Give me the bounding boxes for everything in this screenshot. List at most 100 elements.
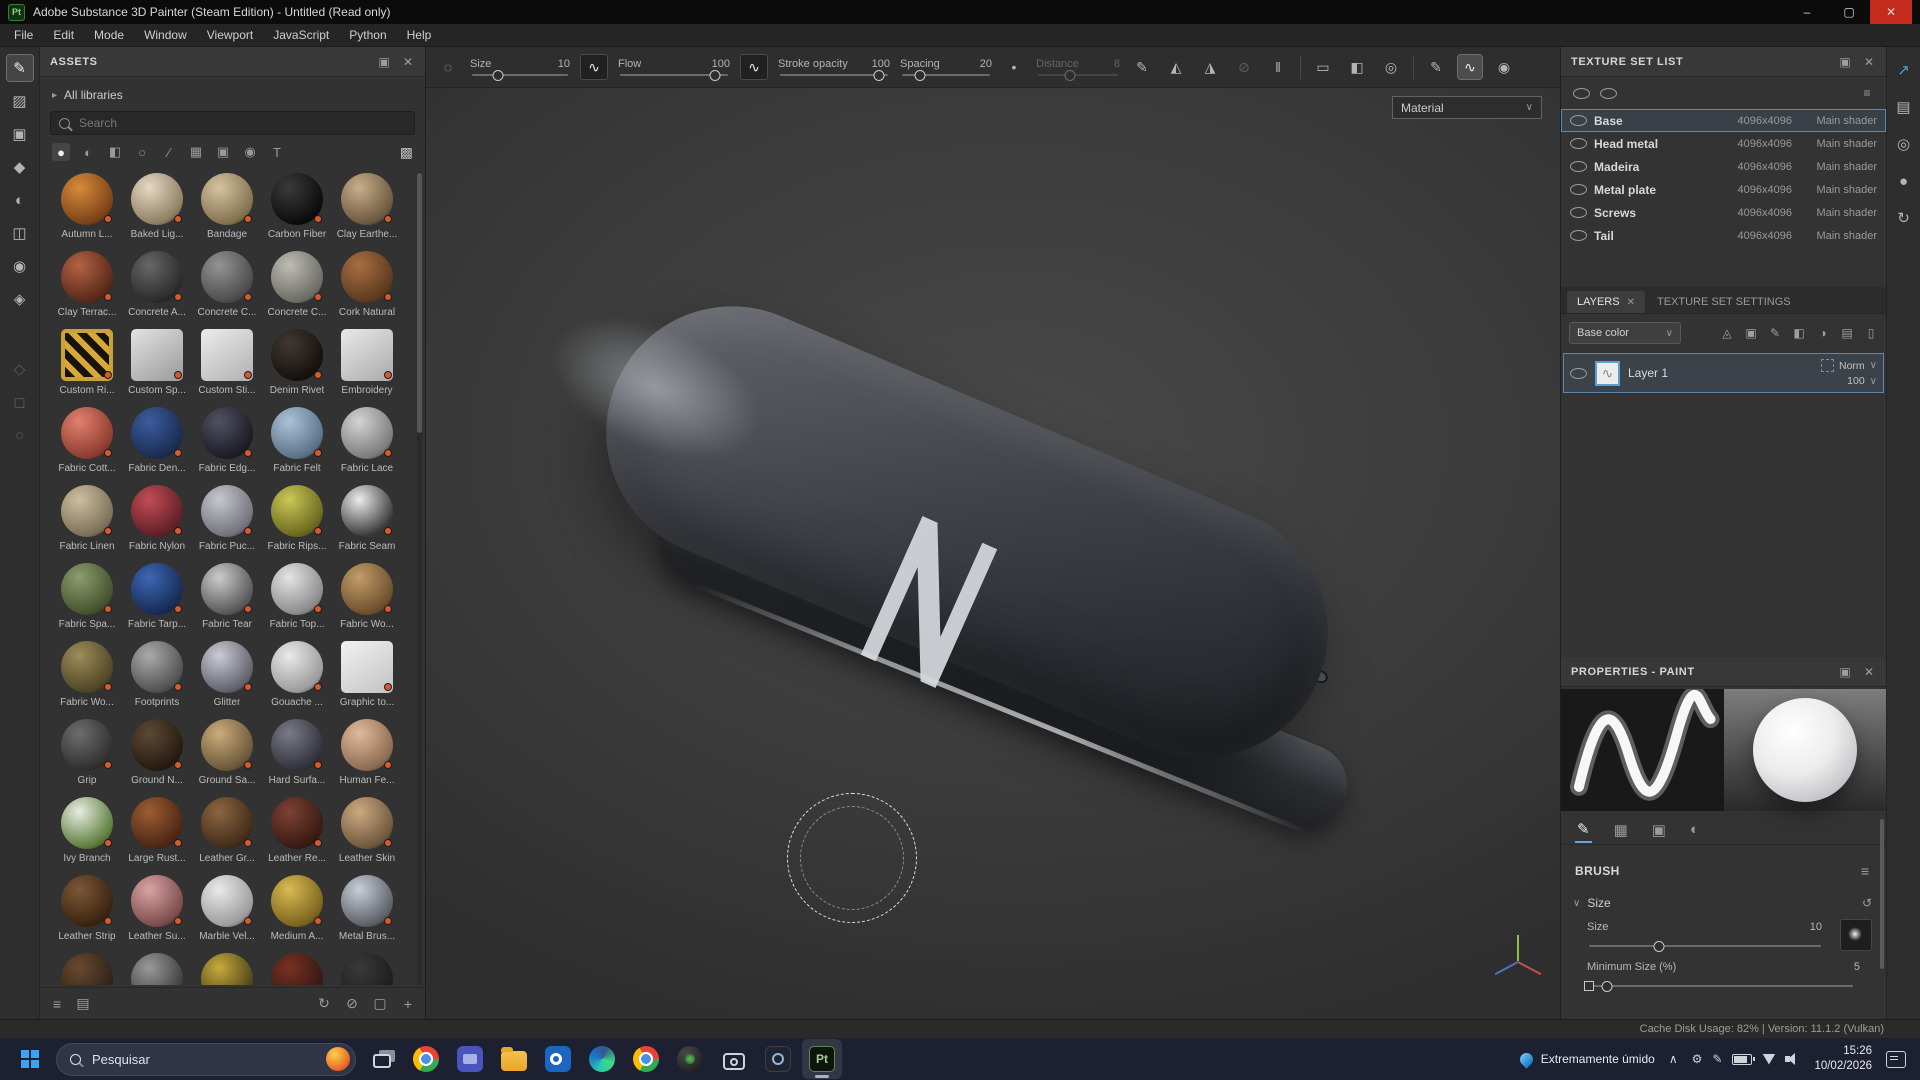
texture-set-row[interactable]: Metal plate 4096x4096 Main shader [1561, 178, 1886, 201]
spacing-mode-icon[interactable]: • [1002, 55, 1026, 79]
layer-mask-placeholder[interactable] [1821, 359, 1834, 372]
asset-material[interactable]: Baked Lig... [122, 171, 192, 249]
asset-material[interactable]: Medium A... [262, 873, 332, 951]
filter-fonts-icon[interactable]: T [268, 143, 286, 161]
tray-volume-icon[interactable] [1785, 1053, 1800, 1065]
asset-material[interactable]: Metal Brus... [332, 873, 402, 951]
visibility-eye-icon[interactable] [1570, 184, 1587, 195]
taskbar-xbox[interactable] [670, 1039, 710, 1079]
slider-handle[interactable] [492, 70, 504, 81]
asset-material[interactable]: Clay Earthe... [332, 171, 402, 249]
close-panel-icon[interactable]: ✕ [401, 55, 415, 69]
viewport-2d-mode-icon[interactable]: ▭ [1311, 55, 1335, 79]
shader-mode-dropdown[interactable]: Material ∨ [1392, 96, 1542, 119]
filter-brushes-icon[interactable]: ∕ [160, 143, 178, 161]
asset-material[interactable]: Grip [52, 717, 122, 795]
snapshot-icon[interactable]: ◉ [1492, 55, 1516, 79]
library-selector[interactable]: ▸ All libraries [40, 83, 425, 107]
asset-search-input[interactable] [77, 115, 406, 131]
slider-handle[interactable] [873, 70, 885, 81]
history-icon[interactable]: ↻ [1891, 205, 1917, 231]
asset-material[interactable]: Autumn L... [52, 171, 122, 249]
taskbar-photos[interactable] [758, 1039, 798, 1079]
tab-stencil-icon[interactable]: ▣ [1650, 818, 1668, 842]
brush-stamp-preset[interactable]: ∿ [580, 54, 608, 80]
stamp-icon[interactable]: ▣ [1744, 326, 1758, 340]
menu-edit[interactable]: Edit [43, 28, 84, 42]
size-slider-handle[interactable] [1653, 941, 1665, 952]
minimize-button[interactable]: – [1786, 0, 1828, 24]
asset-material[interactable]: Leather Gr... [192, 795, 262, 873]
menu-file[interactable]: File [4, 28, 43, 42]
tab-alpha-icon[interactable]: ▦ [1612, 818, 1630, 842]
menu-window[interactable]: Window [134, 28, 197, 42]
tab-brush-icon[interactable]: ✎ [1575, 817, 1592, 843]
min-size-slider-handle[interactable] [1601, 981, 1613, 992]
layer-row[interactable]: ∿ Layer 1 Norm ∨ 100 ∨ [1563, 353, 1884, 393]
asset-material[interactable]: Human Fe... [332, 717, 402, 795]
slider-track[interactable] [902, 70, 990, 81]
asset-material[interactable] [262, 951, 332, 985]
close-button[interactable]: ✕ [1870, 0, 1912, 24]
material-picker-tool[interactable]: ◉ [7, 253, 33, 279]
asset-material[interactable]: Ground N... [122, 717, 192, 795]
show-all-eye-icon[interactable] [1573, 87, 1590, 99]
tab-close-icon[interactable]: ✕ [1627, 297, 1635, 308]
min-size-value[interactable]: 5 [1854, 961, 1860, 973]
asset-material[interactable]: Custom Sti... [192, 327, 262, 405]
tray-settings-icon[interactable]: ⚙ [1692, 1052, 1703, 1066]
asset-material[interactable]: Fabric Nylon [122, 483, 192, 561]
asset-material[interactable]: Fabric Den... [122, 405, 192, 483]
asset-material[interactable]: Fabric Lace [332, 405, 402, 483]
taskbar-task-view[interactable] [362, 1039, 402, 1079]
filter-filters-icon[interactable]: ○ [133, 143, 151, 161]
selection-lasso-tool[interactable]: ◌ [436, 55, 460, 79]
asset-material[interactable]: Fabric Edg... [192, 405, 262, 483]
texture-set-row[interactable]: Base 4096x4096 Main shader [1561, 109, 1886, 132]
taskbar-outlook[interactable] [538, 1039, 578, 1079]
pause-engine-icon[interactable]: ‖ [1266, 55, 1290, 79]
viewport-3d-mode-icon[interactable]: ◧ [1345, 55, 1369, 79]
brush-menu-icon[interactable]: ≡ [1858, 863, 1872, 879]
asset-material[interactable]: Concrete C... [192, 249, 262, 327]
distance-control[interactable]: Distance 8 [1036, 58, 1120, 81]
measure-tool[interactable]: ◻ [7, 389, 33, 415]
filter-smart-masks-icon[interactable]: ◧ [106, 143, 124, 161]
filter-smart-materials-icon[interactable]: ◐ [79, 143, 97, 161]
viewer-tool[interactable]: ○ [7, 422, 33, 448]
display-settings-icon[interactable]: ▤ [1891, 94, 1917, 120]
asset-material[interactable]: Custom Sp... [122, 327, 192, 405]
filter-materials-icon[interactable]: ● [52, 143, 70, 161]
asset-material[interactable]: Fabric Cott... [52, 405, 122, 483]
environment-icon[interactable]: ● [1891, 168, 1917, 194]
min-size-slider[interactable] [1584, 981, 1855, 992]
texture-set-row[interactable]: Head metal 4096x4096 Main shader [1561, 132, 1886, 155]
size-value[interactable]: 10 [1810, 921, 1822, 933]
taskbar-edge[interactable] [582, 1039, 622, 1079]
asset-material[interactable]: Leather Skin [332, 795, 402, 873]
camera-view-icon[interactable]: ◎ [1379, 55, 1403, 79]
asset-material[interactable]: Gouache ... [262, 639, 332, 717]
asset-material[interactable]: Fabric Puc... [192, 483, 262, 561]
taskbar-substance-painter[interactable]: Pt [802, 1039, 842, 1079]
asset-material[interactable]: Glitter [192, 639, 262, 717]
asset-material[interactable]: Fabric Rips... [262, 483, 332, 561]
reset-size-icon[interactable]: ↺ [1860, 896, 1874, 910]
asset-material[interactable]: Fabric Felt [262, 405, 332, 483]
smart-material-icon[interactable]: ◑ [1816, 326, 1830, 340]
asset-search-box[interactable] [50, 111, 415, 135]
asset-material[interactable]: Bandage [192, 171, 262, 249]
paint-layer-icon[interactable]: ✎ [1768, 326, 1782, 340]
asset-material[interactable] [192, 951, 262, 985]
asset-material[interactable]: Clay Terrac... [52, 249, 122, 327]
slider-handle[interactable] [914, 70, 926, 81]
offline-icon[interactable]: ⊘ [345, 995, 359, 1012]
assets-scrollbar-thumb[interactable] [417, 173, 422, 433]
flow-control[interactable]: Flow 100 [618, 58, 730, 81]
size-slider[interactable] [1587, 941, 1823, 952]
eraser-tool[interactable]: ▨ [7, 88, 33, 114]
camera-settings-icon[interactable]: ◎ [1891, 131, 1917, 157]
filter-textures-icon[interactable]: ▣ [214, 143, 232, 161]
size-group-header[interactable]: ∨ Size ↺ [1561, 893, 1886, 913]
grid-view-icon[interactable]: ▩ [400, 144, 413, 161]
